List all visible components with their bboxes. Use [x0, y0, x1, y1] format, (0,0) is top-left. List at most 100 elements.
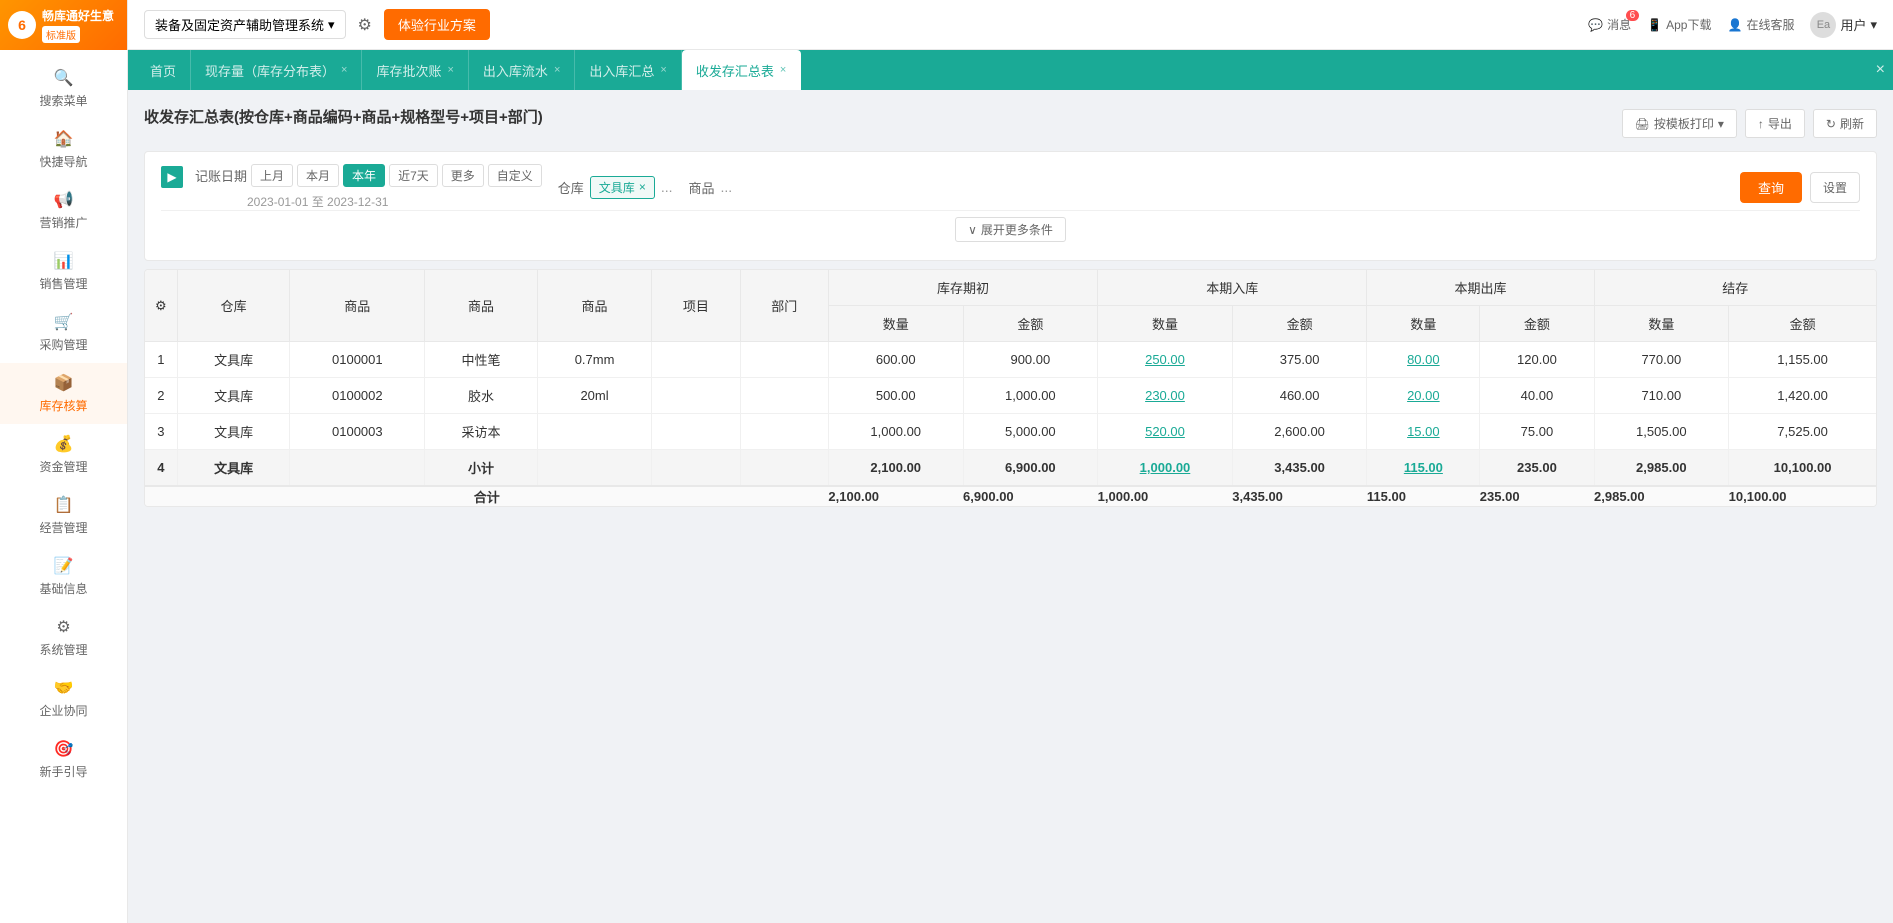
refresh-button[interactable]: ↻ 刷新: [1813, 109, 1877, 138]
tab-batch-ledger-label: 库存批次账: [376, 61, 441, 80]
tab-batch-ledger[interactable]: 库存批次账 ×: [362, 50, 468, 90]
sidebar-item-label: 搜索菜单: [39, 92, 87, 109]
date-7days[interactable]: 近7天: [389, 164, 438, 187]
goods-more-dots[interactable]: ...: [721, 179, 733, 195]
tab-in-out-flow-close[interactable]: ×: [554, 64, 560, 76]
query-button[interactable]: 查询: [1740, 172, 1802, 203]
online-service-label: 在线客服: [1746, 16, 1794, 33]
tab-home-label: 首页: [150, 61, 176, 80]
goods-filter: 商品 ...: [689, 178, 733, 197]
tab-in-out-summary-close[interactable]: ×: [660, 64, 666, 76]
quick-nav-icon: 🏠: [54, 129, 74, 149]
filter-fields: 记账日期 上月 本月 本年 近7天 更多 自定义 2023-01-01 至 20…: [195, 164, 1860, 210]
settings-icon[interactable]: ⚙: [358, 15, 372, 35]
date-this-month[interactable]: 本月: [297, 164, 339, 187]
date-filter: 记账日期 上月 本月 本年 近7天 更多 自定义 2023-01-01 至 20…: [195, 164, 542, 210]
topbar-actions: 💬 消息 6 📱 App下载 👤 在线客服 Ea 用户 ▾: [1588, 12, 1877, 38]
inventory-icon: 📦: [54, 373, 74, 393]
tab-home[interactable]: 首页: [136, 50, 191, 90]
cooperation-icon: 🤝: [54, 678, 74, 698]
date-prev-month[interactable]: 上月: [251, 164, 293, 187]
footer-out-amount: 235.00: [1480, 486, 1594, 506]
th-department: 部门: [740, 270, 828, 342]
warehouse-tag-text: 文具库: [599, 179, 635, 196]
sidebar-item-purchase[interactable]: 🛒采购管理: [0, 302, 127, 363]
trial-button[interactable]: 体验行业方案: [384, 9, 490, 40]
user-dropdown-icon: ▾: [1870, 17, 1877, 33]
table-header-row-1: ⚙ 仓库 商品 商品 商品 项目 部门 库存期初 本期入库 本期出库 结存: [145, 270, 1876, 306]
sidebar-item-quick-nav[interactable]: 🏠快捷导航: [0, 119, 127, 180]
date-custom[interactable]: 自定义: [488, 164, 542, 187]
expand-conditions-button[interactable]: ∨ 展开更多条件: [955, 217, 1066, 242]
footer-balance-amount: 10,100.00: [1729, 486, 1876, 506]
th-out-amount: 金额: [1480, 306, 1594, 342]
export-icon: ↑: [1758, 117, 1764, 131]
warehouse-more-dots[interactable]: ...: [661, 179, 673, 195]
tab-in-out-flow[interactable]: 出入库流水 ×: [469, 50, 575, 90]
tab-collect-summary-close[interactable]: ×: [780, 64, 786, 76]
sidebar-item-label: 基础信息: [39, 580, 87, 597]
sidebar-item-marketing[interactable]: 📢营销推广: [0, 180, 127, 241]
data-table: ⚙ 仓库 商品 商品 商品 项目 部门 库存期初 本期入库 本期出库 结存: [145, 270, 1876, 506]
settings-button[interactable]: 设置: [1810, 172, 1860, 203]
page-content: 收发存汇总表(按仓库+商品编码+商品+规格型号+项目+部门) 🖨 按模板打印 ▾…: [128, 90, 1893, 923]
sidebar-item-inventory[interactable]: 📦 库存核算: [0, 363, 127, 424]
table-row: 3文具库0100003采访本1,000.005,000.00520.002,60…: [145, 414, 1876, 450]
sidebar-item-cooperation[interactable]: 🤝企业协同: [0, 668, 127, 729]
finance-icon: 💰: [54, 434, 74, 454]
tab-in-out-flow-label: 出入库流水: [483, 61, 548, 80]
main-content: 装备及固定资产辅助管理系统 ▾ ⚙ 体验行业方案 💬 消息 6 📱 App下载 …: [128, 0, 1893, 923]
footer-out-qty: 115.00: [1367, 486, 1480, 506]
date-label: 记账日期: [195, 166, 247, 185]
marketing-icon: 📢: [54, 190, 74, 210]
th-balance-amount: 金额: [1729, 306, 1876, 342]
export-button[interactable]: ↑ 导出: [1745, 109, 1805, 138]
th-in-qty: 数量: [1098, 306, 1233, 342]
sidebar-item-finance[interactable]: 💰 资金管理: [0, 424, 127, 485]
th-opening: 库存期初: [828, 270, 1097, 306]
sidebar-item-operations[interactable]: 📋经营管理: [0, 485, 127, 546]
filter-main-row: 记账日期 上月 本月 本年 近7天 更多 自定义 2023-01-01 至 20…: [195, 164, 1860, 210]
th-goods-spec: 商品: [537, 270, 651, 342]
tab-collect-summary-label: 收发存汇总表: [696, 61, 774, 80]
tab-inventory-dist-close[interactable]: ×: [341, 64, 347, 76]
warehouse-tag-remove[interactable]: ×: [639, 180, 646, 194]
sidebar-item-system[interactable]: ⚙系统管理: [0, 607, 127, 668]
tab-collect-summary[interactable]: 收发存汇总表 ×: [682, 50, 801, 90]
sidebar-item-sales[interactable]: 📊销售管理: [0, 241, 127, 302]
sidebar-item-basic-info[interactable]: 📝基础信息: [0, 546, 127, 607]
sidebar-item-search[interactable]: 🔍搜索菜单: [0, 58, 127, 119]
tabbar: 首页 现存量（库存分布表） × 库存批次账 × 出入库流水 × 出入库汇总 × …: [128, 50, 1893, 90]
sidebar-item-label: 资金管理: [39, 458, 87, 475]
th-balance-qty: 数量: [1594, 306, 1729, 342]
sidebar: 6 畅库通好生意 标准版 🔍搜索菜单🏠快捷导航📢营销推广📊销售管理🛒采购管理📦库…: [0, 0, 128, 923]
app-download-action[interactable]: 📱 App下载: [1647, 16, 1711, 33]
th-out: 本期出库: [1367, 270, 1594, 306]
system-select[interactable]: 装备及固定资产辅助管理系统 ▾: [144, 10, 346, 39]
sidebar-item-guide[interactable]: 🎯新手引导: [0, 729, 127, 790]
footer-label: 合计: [145, 486, 828, 506]
th-open-qty: 数量: [828, 306, 963, 342]
date-buttons-row: 记账日期 上月 本月 本年 近7天 更多 自定义: [195, 164, 542, 187]
date-more[interactable]: 更多: [442, 164, 484, 187]
th-in-amount: 金额: [1232, 306, 1367, 342]
filter-panel: ▶ 记账日期 上月 本月 本年 近7天 更多 自定义: [144, 151, 1877, 261]
close-all-tabs[interactable]: ×: [1876, 61, 1885, 79]
print-button[interactable]: 🖨 按模板打印 ▾: [1622, 109, 1737, 138]
filter-toggle-button[interactable]: ▶: [161, 166, 183, 188]
online-service-action[interactable]: 👤 在线客服: [1727, 16, 1794, 33]
sidebar-item-label: 新手引导: [39, 763, 87, 780]
tab-inventory-dist[interactable]: 现存量（库存分布表） ×: [191, 50, 362, 90]
sidebar-item-label: 经营管理: [39, 519, 87, 536]
avatar: Ea: [1810, 12, 1836, 38]
column-settings-icon[interactable]: ⚙: [155, 298, 167, 314]
query-actions: 查询 设置: [1740, 172, 1860, 203]
message-action[interactable]: 💬 消息 6: [1588, 16, 1631, 33]
system-title: 装备及固定资产辅助管理系统: [155, 15, 324, 34]
sidebar-item-label: 库存核算: [39, 397, 87, 414]
user-menu[interactable]: Ea 用户 ▾: [1810, 12, 1877, 38]
tab-batch-ledger-close[interactable]: ×: [447, 64, 453, 76]
tab-in-out-summary-label: 出入库汇总: [589, 61, 654, 80]
date-this-year[interactable]: 本年: [343, 164, 385, 187]
tab-in-out-summary[interactable]: 出入库汇总 ×: [575, 50, 681, 90]
